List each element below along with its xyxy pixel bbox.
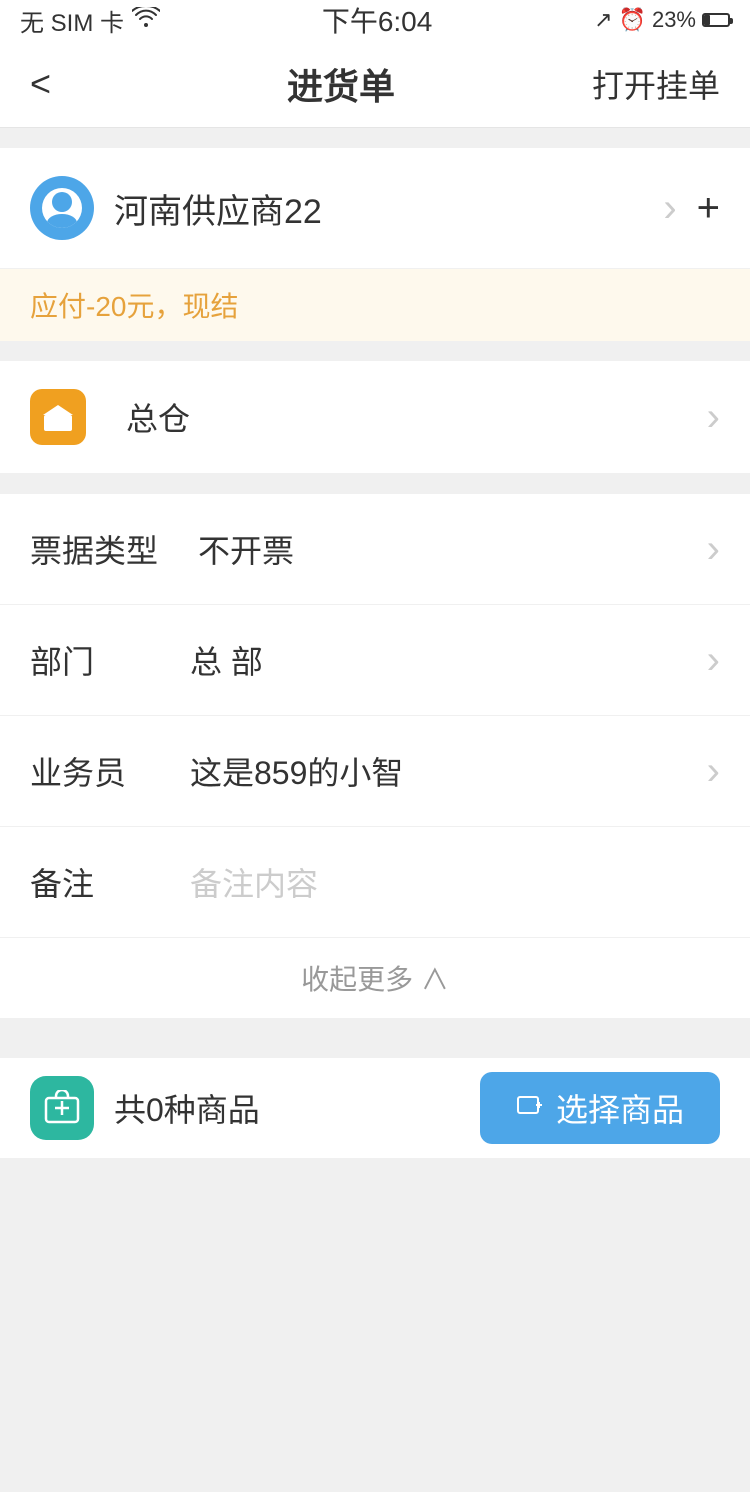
warehouse-icon [30,389,86,445]
gap-1 [0,128,750,148]
remark-input[interactable]: 备注内容 [190,859,720,905]
sales-value: 这是859的小智 [190,748,707,794]
location-icon: ↗ [594,7,612,33]
status-bar: 无 SIM 卡 下午6:04 ↗ ⏰ 23% [0,0,750,40]
status-right: ↗ ⏰ 23% [594,7,730,33]
add-supplier-button[interactable]: + [697,186,720,231]
warehouse-label: 总仓 [126,394,707,440]
open-pending-button[interactable]: 打开挂单 [592,61,720,107]
dept-row[interactable]: 部门 总 部 [0,605,750,716]
warehouse-chevron-icon [707,395,720,440]
status-left: 无 SIM 卡 [20,3,160,38]
page-background [0,1158,750,1492]
supplier-chevron-icon [663,186,676,231]
product-icon [30,1076,94,1140]
status-time: 下午6:04 [322,0,433,40]
remark-row[interactable]: 备注 备注内容 [0,827,750,938]
select-icon [516,1091,544,1126]
notice-bar: 应付-20元，现结 [0,269,750,341]
remark-label: 备注 [30,859,150,905]
invoice-value: 不开票 [198,526,707,572]
select-product-button[interactable]: 选择商品 [480,1072,720,1144]
carrier-label: 无 SIM 卡 [20,3,124,38]
supplier-avatar [30,176,94,240]
product-count: 共0种商品 [114,1085,480,1131]
avatar-image [42,188,82,228]
dept-value: 总 部 [190,637,707,683]
battery-icon [702,13,730,27]
gap-4 [0,1018,750,1038]
collapse-bar[interactable]: 收起更多 ∧ [0,938,750,1018]
gap-2 [0,341,750,361]
supplier-section: 河南供应商22 + 应付-20元，现结 [0,148,750,341]
supplier-row[interactable]: 河南供应商22 + [0,148,750,269]
invoice-row[interactable]: 票据类型 不开票 [0,494,750,605]
dept-label: 部门 [30,637,150,683]
warehouse-row[interactable]: 总仓 [0,361,750,474]
collapse-label: 收起更多 ∧ [301,958,449,998]
wifi-icon [132,6,160,34]
sales-row[interactable]: 业务员 这是859的小智 [0,716,750,827]
sales-chevron-icon [707,749,720,794]
invoice-label: 票据类型 [30,526,158,572]
page-title: 进货单 [287,58,395,110]
nav-bar: < 进货单 打开挂单 [0,40,750,128]
select-label: 选择商品 [556,1085,684,1131]
invoice-chevron-icon [707,527,720,572]
back-button[interactable]: < [30,63,90,105]
dept-chevron-icon [707,638,720,683]
battery-text: 23% [652,7,696,33]
form-section: 票据类型 不开票 部门 总 部 业务员 这是859的小智 备注 备注内容 [0,494,750,938]
gap-3 [0,474,750,494]
sales-label: 业务员 [30,748,150,794]
bottom-bar: 共0种商品 选择商品 [0,1058,750,1158]
supplier-name: 河南供应商22 [114,184,663,233]
alarm-icon: ⏰ [619,7,646,33]
